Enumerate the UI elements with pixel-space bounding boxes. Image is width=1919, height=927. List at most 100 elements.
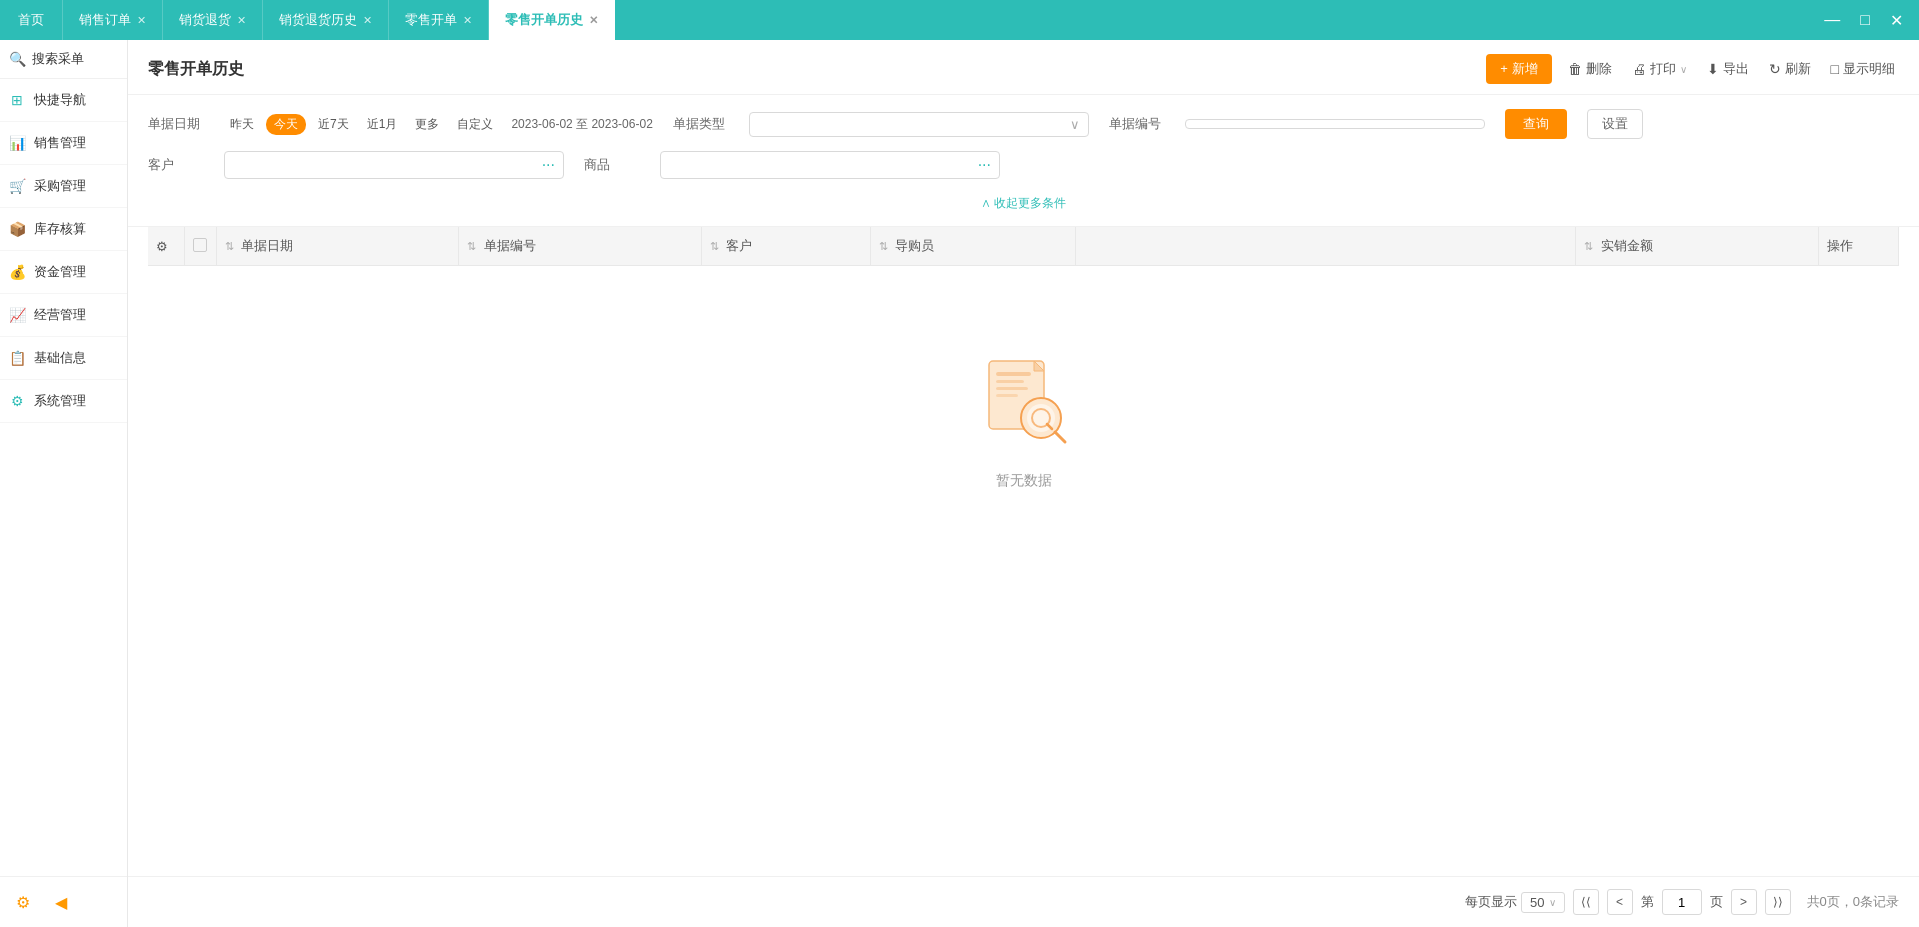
type-label: 单据类型 xyxy=(673,115,729,133)
customer-input[interactable]: ··· xyxy=(224,151,564,179)
delete-button[interactable]: 🗑 删除 xyxy=(1564,58,1616,80)
print-button[interactable]: 🖨 打印 ∨ xyxy=(1628,58,1691,80)
th-customer-label: 客户 xyxy=(726,238,752,253)
goods-input[interactable]: ··· xyxy=(660,151,1000,179)
sidebar-item-quick-nav[interactable]: ⊞ 快捷导航 xyxy=(0,79,127,122)
tab-retail-open[interactable]: 零售开单 ✕ xyxy=(389,0,489,40)
sidebar-item-finance-mgmt[interactable]: 💰 资金管理 xyxy=(0,251,127,294)
sidebar-item-basic-info-label: 基础信息 xyxy=(34,349,86,367)
display-icon: □ xyxy=(1831,61,1839,77)
tab-retail-open-close[interactable]: ✕ xyxy=(463,14,472,27)
display-detail-button[interactable]: □ 显示明细 xyxy=(1827,58,1899,80)
th-settings[interactable]: ⚙ xyxy=(148,227,184,266)
system-mgmt-icon: ⚙ xyxy=(8,392,26,410)
delete-label: 删除 xyxy=(1586,60,1612,78)
sidebar-item-stock-calc-label: 库存核算 xyxy=(34,220,86,238)
svg-rect-2 xyxy=(996,380,1024,383)
th-action-label: 操作 xyxy=(1827,238,1853,253)
number-input[interactable] xyxy=(1185,119,1485,129)
date-btn-yesterday[interactable]: 昨天 xyxy=(224,114,260,135)
date-btn-7days[interactable]: 近7天 xyxy=(312,114,355,135)
sidebar-settings-button[interactable]: ⚙ xyxy=(8,887,38,917)
page-size-box[interactable]: 50 ∨ xyxy=(1521,892,1564,913)
filter-area: 单据日期 昨天 今天 近7天 近1月 更多 自定义 2023-06-02 至 2… xyxy=(128,95,1919,227)
collapse-row[interactable]: ∧ 收起更多条件 xyxy=(148,191,1899,212)
date-btn-1month[interactable]: 近1月 xyxy=(361,114,404,135)
svg-rect-1 xyxy=(996,372,1031,376)
search-icon: 🔍 xyxy=(8,50,26,68)
th-guide-label: 导购员 xyxy=(895,238,934,253)
tab-sales-order[interactable]: 销售订单 ✕ xyxy=(63,0,163,40)
sidebar-item-basic-info[interactable]: 📋 基础信息 xyxy=(0,337,127,380)
sidebar-search[interactable]: 🔍 搜索采单 xyxy=(0,40,127,79)
svg-rect-3 xyxy=(996,387,1028,390)
tab-sales-return-close[interactable]: ✕ xyxy=(237,14,246,27)
tab-home-label: 首页 xyxy=(18,11,44,29)
date-range: 2023-06-02 至 2023-06-02 xyxy=(511,116,652,133)
operations-mgmt-icon: 📈 xyxy=(8,306,26,324)
type-dropdown-icon: ∨ xyxy=(1070,117,1080,132)
sales-mgmt-icon: 📊 xyxy=(8,134,26,152)
settings-icon: ⚙ xyxy=(156,239,168,254)
next-page-button[interactable]: > xyxy=(1731,889,1757,915)
query-button[interactable]: 查询 xyxy=(1505,109,1567,139)
customer-label: 客户 xyxy=(148,156,204,174)
sidebar-item-system-mgmt[interactable]: ⚙ 系统管理 xyxy=(0,380,127,423)
date-btn-today[interactable]: 今天 xyxy=(266,114,306,135)
th-number-label: 单据编号 xyxy=(484,238,536,253)
close-button[interactable]: ✕ xyxy=(1884,9,1909,32)
total-info: 共0页，0条记录 xyxy=(1807,893,1899,911)
refresh-button[interactable]: ↻ 刷新 xyxy=(1765,58,1815,80)
sidebar-item-stock-calc[interactable]: 📦 库存核算 xyxy=(0,208,127,251)
sidebar-item-system-mgmt-label: 系统管理 xyxy=(34,392,86,410)
goods-dots-icon[interactable]: ··· xyxy=(978,156,991,174)
th-date[interactable]: 单据日期 xyxy=(216,227,459,266)
sidebar-item-operations-mgmt[interactable]: 📈 经营管理 xyxy=(0,294,127,337)
sidebar-item-sales-mgmt-label: 销售管理 xyxy=(34,134,86,152)
tab-home[interactable]: 首页 xyxy=(0,0,63,40)
window-controls: — □ ✕ xyxy=(1818,9,1919,32)
maximize-button[interactable]: □ xyxy=(1854,9,1876,31)
filter-row-1: 单据日期 昨天 今天 近7天 近1月 更多 自定义 2023-06-02 至 2… xyxy=(148,109,1899,139)
content-area: 零售开单历史 + 新增 🗑 删除 🖨 打印 ∨ ⬇ 导出 ↻ xyxy=(128,40,1919,927)
th-action: 操作 xyxy=(1819,227,1899,266)
th-date-label: 单据日期 xyxy=(241,238,293,253)
th-customer[interactable]: 客户 xyxy=(701,227,870,266)
date-btns: 昨天 今天 近7天 近1月 更多 自定义 2023-06-02 至 2023-0… xyxy=(224,114,653,135)
stock-calc-icon: 📦 xyxy=(8,220,26,238)
display-label: 显示明细 xyxy=(1843,60,1895,78)
sidebar-item-purchase-mgmt-label: 采购管理 xyxy=(34,177,86,195)
tab-retail-open-label: 零售开单 xyxy=(405,11,457,29)
th-amount[interactable]: 实销金额 xyxy=(1576,227,1819,266)
tab-retail-open-history-close[interactable]: ✕ xyxy=(589,14,598,27)
setting-button[interactable]: 设置 xyxy=(1587,109,1643,139)
collapse-label: ∧ 收起更多条件 xyxy=(981,195,1066,212)
type-select[interactable]: ∨ xyxy=(749,112,1089,137)
sidebar-item-sales-mgmt[interactable]: 📊 销售管理 xyxy=(0,122,127,165)
customer-dots-icon[interactable]: ··· xyxy=(542,156,555,174)
th-number[interactable]: 单据编号 xyxy=(459,227,702,266)
print-icon: 🖨 xyxy=(1632,61,1646,77)
th-checkbox[interactable] xyxy=(184,227,216,266)
header-checkbox[interactable] xyxy=(193,238,207,252)
sidebar-collapse-button[interactable]: ◀ xyxy=(46,887,76,917)
date-btn-custom[interactable]: 自定义 xyxy=(451,114,499,135)
date-btn-more[interactable]: 更多 xyxy=(409,114,445,135)
minimize-button[interactable]: — xyxy=(1818,9,1846,31)
page-size-select: 每页显示 50 ∨ xyxy=(1465,892,1564,913)
tab-sales-return-history[interactable]: 销货退货历史 ✕ xyxy=(263,0,389,40)
export-button[interactable]: ⬇ 导出 xyxy=(1703,58,1753,80)
sidebar-item-purchase-mgmt[interactable]: 🛒 采购管理 xyxy=(0,165,127,208)
th-guide[interactable]: 导购员 xyxy=(870,227,1076,266)
first-page-button[interactable]: ⟨⟨ xyxy=(1573,889,1599,915)
empty-text: 暂无数据 xyxy=(996,472,1052,490)
last-page-button[interactable]: ⟩⟩ xyxy=(1765,889,1791,915)
empty-state: 暂无数据 xyxy=(148,266,1899,570)
tab-sales-return[interactable]: 销货退货 ✕ xyxy=(163,0,263,40)
add-button[interactable]: + 新增 xyxy=(1486,54,1551,84)
page-number-input[interactable] xyxy=(1662,889,1702,915)
tab-sales-return-history-close[interactable]: ✕ xyxy=(363,14,372,27)
tab-sales-order-close[interactable]: ✕ xyxy=(137,14,146,27)
prev-page-button[interactable]: < xyxy=(1607,889,1633,915)
tab-retail-open-history[interactable]: 零售开单历史 ✕ xyxy=(489,0,615,40)
